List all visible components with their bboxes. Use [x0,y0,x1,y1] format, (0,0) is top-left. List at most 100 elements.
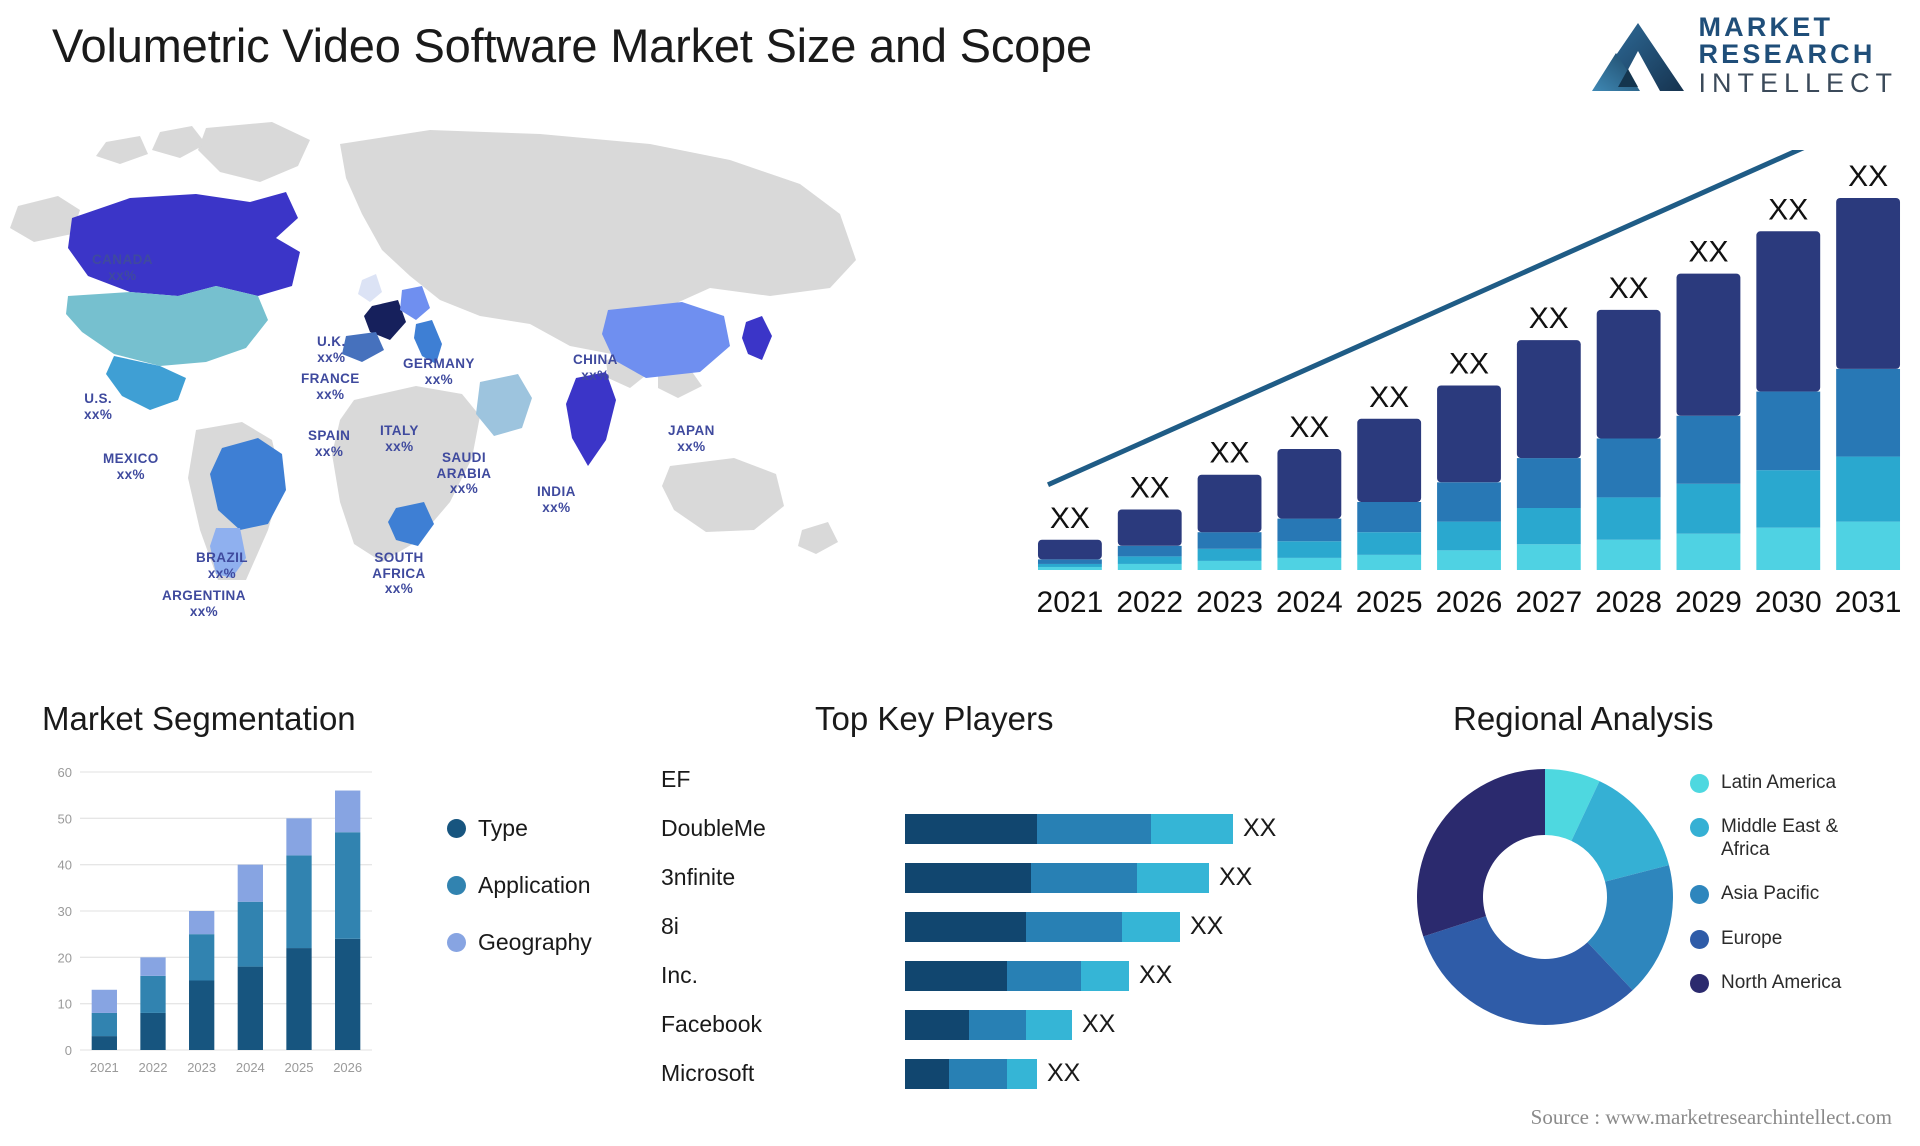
player-name: DoubleMe [661,815,766,841]
player-bar-segment [905,862,1031,893]
market-size-bar-segment [1516,340,1581,459]
player-value-label: XX [1219,863,1253,891]
market-size-year-label: 2024 [1276,586,1343,619]
segmentation-bar-segment [189,980,215,1050]
market-size-bar-segment [1037,563,1102,567]
market-size-year-label: 2025 [1356,586,1423,619]
infographic-page: Volumetric Video Software Market Size an… [0,0,1920,1146]
segmentation-x-tick: 2025 [285,1060,314,1075]
market-segmentation-chart: 0 10 20 30 40 50 60 2021 2022 2023 2024 2025 2026 [42,758,422,1088]
segmentation-x-tick-labels: 2021 2022 2023 2024 2025 2026 [90,1060,362,1075]
legend-item-europe[interactable]: Europe [1690,928,1891,950]
segmentation-gridlines [80,771,372,1051]
map-label-argentina: ARGENTINA xx% [162,588,246,619]
market-size-bar-segment [1277,557,1342,570]
legend-item-north-america[interactable]: North America [1690,972,1891,994]
map-label-value: xx% [384,581,414,597]
regional-analysis-donut-chart [1410,762,1680,1032]
top-key-players-list: EF DoubleMe XX 3nfinite XX 8i XX Inc. XX Facebook… [655,755,1395,1098]
legend-label: Europe [1721,927,1783,949]
player-value-label: XX [1139,961,1173,989]
market-size-year-label: 2031 [1835,586,1902,619]
player-bar-segment [969,1009,1026,1040]
legend-item-latin-america[interactable]: Latin America [1690,772,1891,794]
market-size-year-label: 2028 [1595,586,1662,619]
market-size-data-label: XX [1529,302,1569,335]
market-size-data-label: XX [1289,411,1329,444]
player-bar [905,911,1180,942]
segmentation-legend: Type Application Geography [447,815,592,956]
segmentation-bar-segment [335,832,361,939]
market-size-data-label: XX [1449,348,1489,381]
regional-donut-slice[interactable] [1417,769,1545,937]
market-size-bar-segment [1437,521,1501,551]
segmentation-y-tick-labels: 0 10 20 30 40 50 60 [58,765,72,1058]
logo-line-1: MARKET [1698,12,1834,42]
player-row: EF [655,755,1395,804]
market-segmentation-title: Market Segmentation [42,700,356,737]
segmentation-bar-segment [189,911,215,935]
legend-label: Asia Pacific [1721,883,1820,905]
player-bar-segment [905,960,1007,991]
player-bar [905,960,1129,991]
player-bar-segment [905,1058,949,1089]
market-size-bar-segment [1836,521,1901,570]
legend-item-type[interactable]: Type [447,815,592,842]
market-segmentation-svg: 0 10 20 30 40 50 60 2021 2022 2023 2024 2025 2026 [58,765,372,1075]
market-size-bar-segment [1836,368,1901,457]
legend-swatch-icon [1690,929,1709,949]
market-size-bar-segment [1277,518,1342,542]
player-bar-segment [1037,813,1151,844]
player-name: 3nfinite [661,864,736,890]
player-bar [905,1009,1072,1040]
source-note: Source : www.marketresearchintellect.com [1530,1105,1892,1129]
player-bar-segment [1026,911,1122,942]
market-size-bar-segment [1516,458,1581,508]
legend-item-application[interactable]: Application [447,872,592,899]
market-size-bar-segment [1037,539,1102,560]
market-size-bar-segment [1357,532,1422,555]
segmentation-bar-segment [237,864,263,902]
top-key-players-section: Top Key Players EF DoubleMe XX 3nfinite XX 8i… [655,700,1395,1130]
player-row: 8i XX [655,902,1395,951]
legend-swatch-icon [447,819,466,838]
market-size-bar-segment [1277,541,1342,558]
market-size-data-label: XX [1210,437,1250,470]
player-name: Facebook [661,1011,763,1037]
segmentation-bars [91,790,361,1050]
market-size-bar-segment [1516,544,1581,570]
market-size-bar-segment [1357,501,1422,533]
player-bar-segment [1007,1058,1037,1089]
market-size-chart: XX XX XX XX XX XX XX XX XX XX XX 2021 2022 2023 2024 2… [1010,150,1910,650]
market-segmentation-section: Market Segmentation 0 10 20 30 40 50 60 2021 20… [42,700,642,1130]
market-size-bar-segment [1756,231,1821,392]
legend-label: North America [1721,972,1842,994]
legend-label: Geography [478,929,592,955]
legend-item-asia-pacific[interactable]: Asia Pacific [1690,883,1891,905]
segmentation-y-tick: 30 [58,904,72,919]
market-size-data-label: XX [1369,381,1409,414]
market-size-bar-segment [1117,556,1182,564]
segmentation-bar-segment [335,938,361,1050]
player-value-label: XX [1190,912,1224,940]
legend-label: Application [478,872,591,898]
market-size-bar-segment [1197,474,1262,533]
player-bar-segment [1026,1009,1072,1040]
segmentation-y-tick: 40 [58,858,72,873]
segmentation-bar-segment [237,966,263,1050]
legend-item-middle-east-africa[interactable]: Middle East & Africa [1690,816,1891,861]
segmentation-x-tick: 2026 [333,1060,362,1075]
legend-item-geography[interactable]: Geography [447,929,592,956]
market-size-bar-segment [1676,483,1741,534]
market-size-bar-segment [1676,533,1741,570]
market-size-data-label: XX [1609,272,1649,305]
market-size-year-label: 2027 [1515,586,1582,619]
segmentation-x-tick: 2024 [236,1060,265,1075]
segmentation-y-tick: 50 [58,811,72,826]
market-size-chart-svg: XXXXXXXXXXXXXXXXXXXXXX 2021 2022 2023 2024 2… [1037,150,1902,619]
regional-donut-svg [1417,769,1673,1025]
segmentation-bar-segment [286,855,312,949]
segmentation-bar-segment [189,934,215,981]
market-size-bar-segment [1516,508,1581,545]
market-size-bar-segment [1197,532,1262,549]
